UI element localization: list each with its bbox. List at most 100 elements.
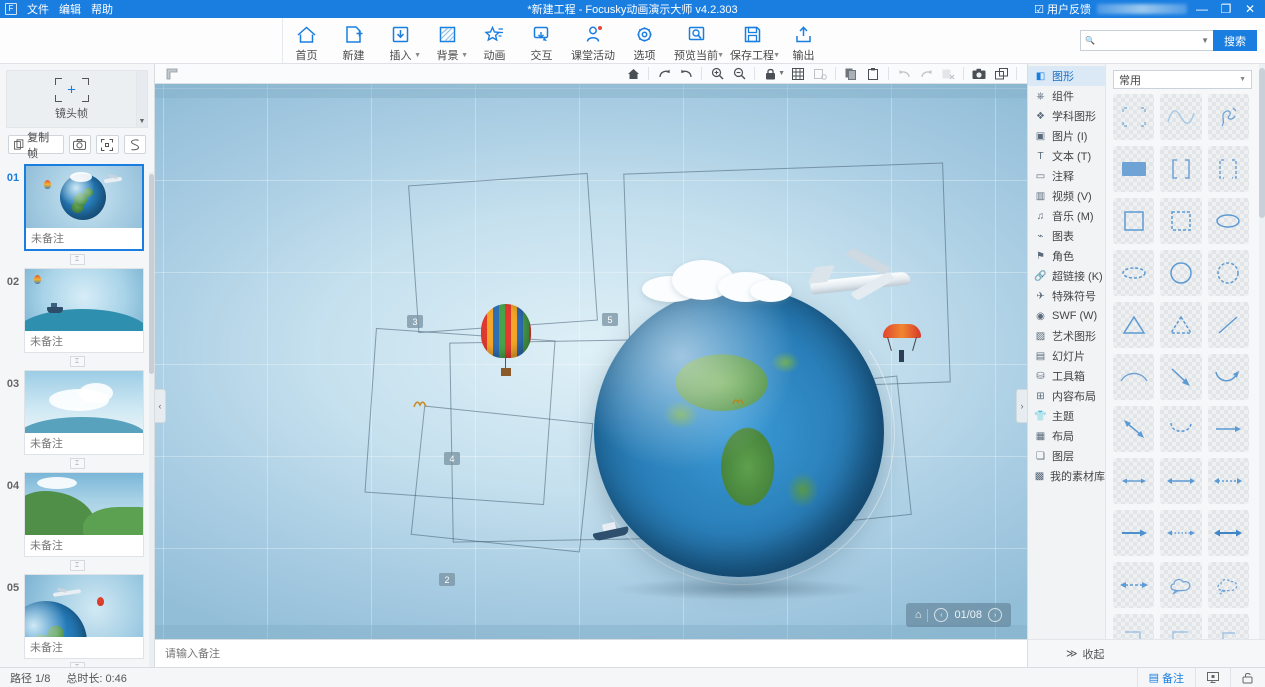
copy-frame-button[interactable]: 复制帧 bbox=[8, 132, 64, 160]
nav-item-toolbox[interactable]: ⛁ 工具箱 bbox=[1028, 366, 1105, 386]
ribbon-save-project[interactable]: 保存工程 ▼ bbox=[724, 21, 780, 63]
shape-diagonal-arrow[interactable] bbox=[1160, 354, 1202, 400]
scroll-up-icon[interactable] bbox=[141, 73, 143, 80]
slide-card[interactable]: 未备注 bbox=[24, 164, 144, 251]
nav-item-content-layout[interactable]: ⊞ 内容布局 bbox=[1028, 386, 1105, 406]
grid-button[interactable] bbox=[787, 65, 809, 83]
ribbon-animation[interactable]: 动画 bbox=[471, 21, 518, 63]
shape-category-select[interactable]: 常用 ▼ bbox=[1113, 70, 1252, 89]
path-number-5[interactable]: 5 bbox=[602, 313, 618, 326]
status-presenter-button[interactable] bbox=[1195, 667, 1230, 687]
shape-line[interactable] bbox=[1207, 302, 1249, 348]
insert-slide-button[interactable]: ⌶ bbox=[69, 356, 85, 367]
slide-item-1[interactable]: 01 未备注 bbox=[0, 164, 154, 251]
nav-item-special-symbol[interactable]: ✈ 特殊符号 bbox=[1028, 286, 1105, 306]
chevron-down-icon[interactable]: ▼ bbox=[773, 52, 780, 59]
layout-guide-icon[interactable] bbox=[161, 65, 183, 83]
shape-selection-frame[interactable] bbox=[1113, 94, 1155, 140]
hot-air-balloon-image[interactable] bbox=[481, 304, 531, 380]
insert-slide-button[interactable]: ⌶ bbox=[69, 560, 85, 571]
search-input[interactable] bbox=[1094, 34, 1202, 47]
shape-ellipse[interactable] bbox=[1207, 198, 1249, 244]
ribbon-options[interactable]: 选项 bbox=[621, 21, 668, 63]
collapse-right-panel-button[interactable]: › bbox=[1016, 389, 1027, 423]
notes-input[interactable] bbox=[165, 647, 1017, 660]
fit-frame-button[interactable] bbox=[96, 135, 119, 154]
nav-item-my-library[interactable]: ▩ 我的素材库 bbox=[1028, 466, 1105, 486]
search-box[interactable]: 🔍 ▼ bbox=[1080, 30, 1213, 51]
shape-grid-scrollbar[interactable] bbox=[1259, 64, 1265, 639]
capture-frame-button[interactable] bbox=[68, 135, 92, 154]
chevron-down-icon[interactable]: ▼ bbox=[778, 70, 785, 77]
nav-item-slide[interactable]: ▤ 幻灯片 bbox=[1028, 346, 1105, 366]
paste-button[interactable] bbox=[862, 65, 884, 83]
slide-item-5[interactable]: 05 未备注 bbox=[0, 574, 154, 659]
nav-item-music[interactable]: ♫ 音乐 (M) bbox=[1028, 206, 1105, 226]
slide-item-2[interactable]: 02 未备注 bbox=[0, 268, 154, 353]
chevron-down-icon[interactable]: ▼ bbox=[414, 52, 421, 59]
screenshot-button[interactable] bbox=[968, 65, 990, 83]
nav-item-image[interactable]: ▣ 图片 (I) bbox=[1028, 126, 1105, 146]
nav-item-art-shape[interactable]: ▨ 艺术图形 bbox=[1028, 326, 1105, 346]
ribbon-new[interactable]: 新建 bbox=[330, 21, 377, 63]
ribbon-background[interactable]: 背景 ▼ bbox=[424, 21, 471, 63]
preview-player-controls[interactable]: ⌂ ‹ 01/08 › bbox=[905, 603, 1011, 627]
search-button[interactable]: 搜索 bbox=[1213, 30, 1257, 51]
nav-item-subject-shape[interactable]: ❖ 学科图形 bbox=[1028, 106, 1105, 126]
ribbon-interaction[interactable]: 交互 bbox=[518, 21, 565, 63]
ribbon-home[interactable]: 首页 bbox=[283, 21, 330, 63]
nav-item-hyperlink[interactable]: 🔗 超链接 (K) bbox=[1028, 266, 1105, 286]
shape-corner-connector[interactable] bbox=[1160, 614, 1202, 639]
nav-item-layout[interactable]: ▦ 布局 bbox=[1028, 426, 1105, 446]
shape-double-diagonal-arrow[interactable] bbox=[1113, 406, 1155, 452]
player-prev-button[interactable]: ‹ bbox=[934, 608, 949, 622]
slide-card[interactable]: 未备注 bbox=[24, 370, 144, 455]
shape-dashed-ellipse[interactable] bbox=[1113, 250, 1155, 296]
shape-dashed-circle[interactable] bbox=[1207, 250, 1249, 296]
path-number-4[interactable]: 4 bbox=[444, 452, 460, 465]
add-camera-frame-button[interactable]: + 镜头帧 bbox=[6, 70, 137, 128]
notes-bar[interactable] bbox=[155, 639, 1027, 667]
shape-elbow-connector[interactable] bbox=[1113, 614, 1155, 639]
user-account-name[interactable] bbox=[1097, 4, 1187, 14]
insert-slide-button[interactable]: ⌶ bbox=[69, 458, 85, 469]
camera-frame-scrollbar[interactable]: ▼ bbox=[137, 70, 148, 128]
path-number-2[interactable]: 2 bbox=[439, 573, 455, 586]
nav-item-chart[interactable]: ⌁ 图表 bbox=[1028, 226, 1105, 246]
collapse-panel-icon[interactable]: ≫ bbox=[1066, 647, 1078, 660]
nav-item-shape[interactable]: ◧ 图形 bbox=[1028, 66, 1105, 86]
zoom-out-button[interactable] bbox=[728, 65, 750, 83]
parachute-image[interactable] bbox=[883, 324, 921, 366]
menu-edit[interactable]: 编辑 bbox=[59, 1, 81, 17]
shape-triangle[interactable] bbox=[1113, 302, 1155, 348]
shape-dashed-cloud[interactable] bbox=[1207, 562, 1249, 608]
zoom-in-button[interactable] bbox=[706, 65, 728, 83]
shape-dashed-bracket[interactable] bbox=[1207, 146, 1249, 192]
shape-scribble[interactable] bbox=[1207, 94, 1249, 140]
shape-dashed-square[interactable] bbox=[1160, 198, 1202, 244]
shape-dotted-arrow[interactable] bbox=[1160, 510, 1202, 556]
chevron-down-icon[interactable]: ▼ bbox=[1239, 76, 1246, 83]
shape-arc[interactable] bbox=[1113, 354, 1155, 400]
shape-u-curve-arrow[interactable] bbox=[1160, 406, 1202, 452]
status-lock-button[interactable] bbox=[1230, 667, 1265, 687]
shape-circle[interactable] bbox=[1160, 250, 1202, 296]
nav-item-text[interactable]: T 文本 (T) bbox=[1028, 146, 1105, 166]
collapse-panel-label[interactable]: 收起 bbox=[1083, 646, 1105, 662]
close-button[interactable]: ✕ bbox=[1241, 2, 1259, 16]
shape-horizontal-arrow[interactable] bbox=[1207, 406, 1249, 452]
nav-item-swf[interactable]: ◉ SWF (W) bbox=[1028, 306, 1105, 326]
shape-double-arrow[interactable] bbox=[1160, 458, 1202, 504]
shape-cloud-callout[interactable] bbox=[1160, 562, 1202, 608]
insert-slide-button[interactable]: ⌶ bbox=[69, 662, 85, 667]
shape-dotted-double-arrow[interactable] bbox=[1207, 458, 1249, 504]
rotate-left-button[interactable] bbox=[675, 65, 697, 83]
path-number-3[interactable]: 3 bbox=[407, 315, 423, 328]
shape-wave-curve[interactable] bbox=[1160, 94, 1202, 140]
copy-button[interactable] bbox=[840, 65, 862, 83]
globe-image[interactable] bbox=[594, 287, 884, 577]
shape-bold-double-arrow[interactable] bbox=[1207, 510, 1249, 556]
slide-card[interactable]: 未备注 bbox=[24, 472, 144, 557]
player-home-icon[interactable]: ⌂ bbox=[915, 609, 922, 621]
nav-item-layer[interactable]: ❏ 图层 bbox=[1028, 446, 1105, 466]
